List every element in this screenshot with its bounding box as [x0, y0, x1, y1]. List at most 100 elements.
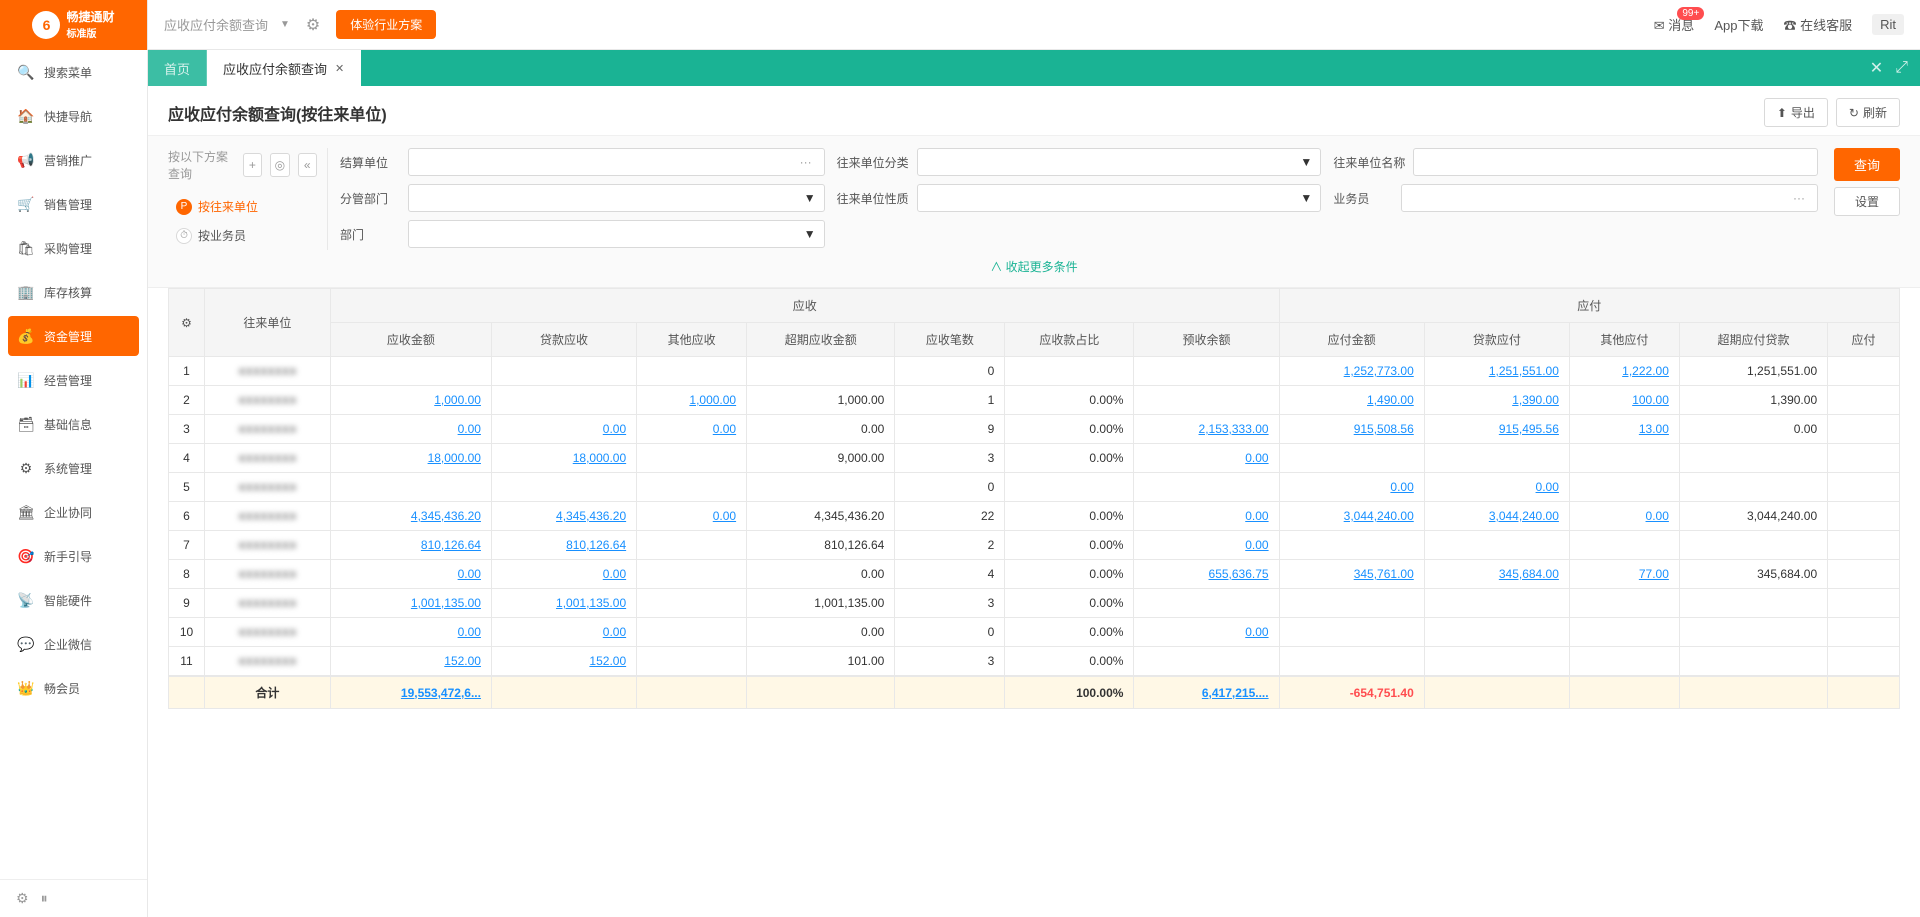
header-gear-icon[interactable]: ⚙ [306, 15, 320, 35]
sidebar-item-enterprise[interactable]: 🏛 企业协同 [0, 490, 147, 534]
data-cell[interactable] [1569, 444, 1679, 473]
filter-collapse-btn[interactable]: « [298, 153, 317, 177]
data-cell[interactable]: 0.00 [491, 560, 636, 589]
data-cell[interactable]: 1,252,773.00 [1279, 357, 1424, 386]
data-cell[interactable]: 1,251,551.00 [1424, 357, 1569, 386]
data-cell[interactable]: 1,000.00 [637, 386, 747, 415]
data-cell[interactable] [637, 357, 747, 386]
data-cell[interactable]: 0.00 [1279, 473, 1424, 502]
data-cell[interactable] [491, 357, 636, 386]
data-cell[interactable] [1134, 386, 1279, 415]
data-cell[interactable]: 0.00 [330, 560, 491, 589]
data-cell[interactable]: 3,044,240.00 [1279, 502, 1424, 531]
data-cell[interactable]: 0.00 [1134, 502, 1279, 531]
data-cell[interactable] [330, 357, 491, 386]
sidebar-item-guide[interactable]: 🎯 新手引导 [0, 534, 147, 578]
salesman-ellipsis[interactable]: ··· [1789, 191, 1809, 205]
data-cell[interactable] [491, 386, 636, 415]
collapse-icon[interactable]: ⏸ [41, 890, 48, 907]
data-cell[interactable] [1424, 444, 1569, 473]
filter-expand-toggle[interactable]: ∧ 收起更多条件 [168, 258, 1900, 275]
filter-target-btn[interactable]: ◎ [270, 153, 289, 177]
data-cell[interactable] [637, 618, 747, 647]
data-cell[interactable] [1279, 647, 1424, 677]
sidebar-item-search[interactable]: 🔍 搜索菜单 [0, 50, 147, 94]
query-type-by-customer[interactable]: P 按往来单位 [168, 192, 317, 221]
data-cell[interactable]: 810,126.64 [491, 531, 636, 560]
data-cell[interactable] [1279, 531, 1424, 560]
settlement-unit-ellipsis[interactable]: ··· [796, 155, 816, 169]
data-cell[interactable] [1424, 647, 1569, 677]
data-cell[interactable]: 345,761.00 [1279, 560, 1424, 589]
app-download-button[interactable]: App下载 [1714, 15, 1763, 34]
department-select[interactable]: ▼ [408, 220, 825, 248]
tab-home[interactable]: 首页 [148, 50, 207, 86]
filter-add-btn[interactable]: + [243, 153, 262, 177]
data-cell[interactable]: 0.00 [1134, 618, 1279, 647]
data-cell[interactable]: 0.00 [1134, 531, 1279, 560]
data-cell[interactable]: 0.00 [330, 618, 491, 647]
settings-button[interactable]: 设置 [1834, 187, 1900, 216]
data-cell[interactable] [1134, 473, 1279, 502]
data-cell[interactable] [1424, 618, 1569, 647]
sidebar-item-member[interactable]: 👑 畅会员 [0, 666, 147, 710]
data-cell[interactable]: 810,126.64 [330, 531, 491, 560]
data-cell[interactable]: 18,000.00 [491, 444, 636, 473]
data-cell[interactable]: 0.00 [637, 502, 747, 531]
tab-arquery[interactable]: 应收应付余额查询 ✕ [207, 50, 361, 86]
data-cell[interactable] [1279, 618, 1424, 647]
data-cell[interactable] [1279, 444, 1424, 473]
tab-close-icon[interactable]: ✕ [335, 62, 344, 75]
notification-button[interactable]: ✉ 消息 99+ [1654, 15, 1695, 34]
data-cell[interactable] [330, 473, 491, 502]
sidebar-item-sales[interactable]: 🛒 销售管理 [0, 182, 147, 226]
data-cell[interactable]: 1,390.00 [1424, 386, 1569, 415]
data-cell[interactable]: 18,000.00 [330, 444, 491, 473]
data-cell[interactable] [1569, 618, 1679, 647]
export-button[interactable]: ⬆ 导出 [1764, 98, 1828, 127]
data-cell[interactable]: 2,153,333.00 [1134, 415, 1279, 444]
data-cell[interactable]: 152.00 [330, 647, 491, 677]
tab-close-all-icon[interactable]: ✕ [1870, 58, 1883, 78]
refresh-button[interactable]: ↻ 刷新 [1836, 98, 1900, 127]
data-cell[interactable]: 0.00 [491, 415, 636, 444]
data-cell[interactable]: 1,490.00 [1279, 386, 1424, 415]
data-cell[interactable]: 0.00 [330, 415, 491, 444]
data-cell[interactable] [491, 473, 636, 502]
footer-ar-total[interactable]: 19,553,472,6... [330, 676, 491, 709]
query-type-by-salesman[interactable]: ⏱ 按业务员 [168, 221, 317, 250]
solution-button[interactable]: 体验行业方案 [336, 10, 436, 39]
data-cell[interactable]: 100.00 [1569, 386, 1679, 415]
data-cell[interactable] [1569, 647, 1679, 677]
data-cell[interactable]: 77.00 [1569, 560, 1679, 589]
data-cell[interactable]: 13.00 [1569, 415, 1679, 444]
sidebar-item-basic[interactable]: 🗃 基础信息 [0, 402, 147, 446]
data-cell[interactable]: 1,001,135.00 [491, 589, 636, 618]
data-cell[interactable]: 1,222.00 [1569, 357, 1679, 386]
tab-expand-icon[interactable]: ⤢ [1895, 59, 1908, 77]
data-cell[interactable] [1569, 531, 1679, 560]
data-cell[interactable]: 915,508.56 [1279, 415, 1424, 444]
data-cell[interactable] [1134, 357, 1279, 386]
data-cell[interactable] [637, 531, 747, 560]
data-cell[interactable]: 655,636.75 [1134, 560, 1279, 589]
data-cell[interactable] [637, 560, 747, 589]
data-cell[interactable] [1134, 647, 1279, 677]
data-cell[interactable]: 0.00 [1134, 444, 1279, 473]
header-dropdown-icon[interactable]: ▼ [280, 19, 290, 30]
data-cell[interactable] [1569, 473, 1679, 502]
data-cell[interactable]: 1,000.00 [330, 386, 491, 415]
data-cell[interactable] [1424, 589, 1569, 618]
table-settings-icon[interactable]: ⚙ [181, 316, 192, 330]
data-cell[interactable] [1569, 589, 1679, 618]
sidebar-item-purchase[interactable]: 🛍 采购管理 [0, 226, 147, 270]
sidebar-item-inventory[interactable]: 🏢 库存核算 [0, 270, 147, 314]
data-cell[interactable]: 345,684.00 [1424, 560, 1569, 589]
data-cell[interactable] [1279, 589, 1424, 618]
customer-name-input[interactable] [1413, 148, 1818, 176]
data-cell[interactable]: 915,495.56 [1424, 415, 1569, 444]
data-cell[interactable] [637, 444, 747, 473]
user-profile[interactable]: Rit [1872, 14, 1904, 35]
dept-select[interactable]: ▼ [408, 184, 825, 212]
salesman-input[interactable]: ··· [1401, 184, 1818, 212]
